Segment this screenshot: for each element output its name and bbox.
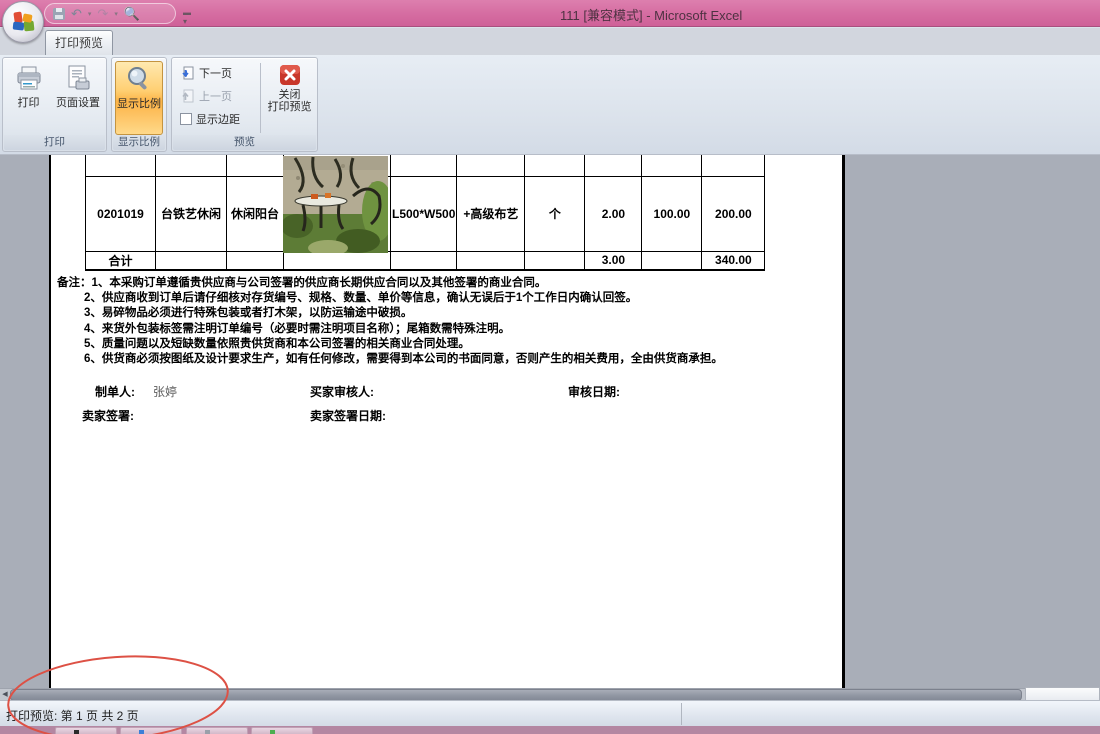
horizontal-scrollbar[interactable]: ◀ <box>0 687 1100 702</box>
excel-window: ↶ ▾ ↷ ▾ 🔍 ▬ ▾ 111 [兼容模式] - Microsoft Excel … <box>0 0 1100 734</box>
note-1: 1、本采购订单遵循贵供应商与公司签署的供应商长期供应合同以及其他签署的商业合同。 <box>91 277 547 289</box>
seller-sign-date-label: 卖家签署日期: <box>310 409 386 423</box>
group-print: 打印 页面设置 打印 <box>2 57 107 152</box>
office-logo-icon <box>12 11 35 32</box>
note-3: 3、易碎物品必须进行特殊包装或者打木架，以防运输途中破损。 <box>84 307 413 320</box>
buyer-reviewer-label: 买家审核人: <box>310 385 374 399</box>
item-qty: 2.00 <box>584 175 643 252</box>
next-page-label: 下一页 <box>199 68 232 80</box>
product-photo <box>283 156 388 253</box>
show-margins-label: 显示边距 <box>196 114 240 126</box>
save-icon[interactable] <box>53 7 65 20</box>
group-zoom-caption: 显示比例 <box>113 135 165 150</box>
checkbox-icon <box>180 113 192 125</box>
notes-label: 备注： <box>57 277 92 289</box>
close-button-label-1: 关闭 <box>278 89 301 101</box>
taskbar-button[interactable] <box>55 727 117 734</box>
group-preview-caption: 预览 <box>173 135 316 150</box>
note-2: 2、供应商收到订单后请仔细核对存货编号、规格、数量、单价等信息，确认无误后于1个… <box>84 292 638 305</box>
note-6: 6、供货商必须按图纸及设计要求生产，如有任何修改，需要得到本公司的书面同意，否则… <box>84 353 723 366</box>
item-location: 休闲阳台 <box>226 175 284 252</box>
table-row-clipped <box>85 155 766 177</box>
total-label: 合计 <box>85 250 156 271</box>
item-name: 台铁艺休闲 <box>155 175 227 252</box>
page-setup-button[interactable]: 页面设置 <box>51 61 105 136</box>
item-material: +高级布艺 <box>456 175 526 252</box>
maker-label: 制单人: <box>95 385 135 399</box>
window-title: 111 [兼容模式] - Microsoft Excel <box>560 8 743 23</box>
ribbon-tab-strip: 打印预览 <box>0 28 1100 55</box>
group-zoom: 显示比例 显示比例 <box>111 57 167 152</box>
print-button-label: 打印 <box>17 97 40 109</box>
item-spec: L500*W500 <box>389 175 458 252</box>
notes-block: 备注：1、本采购订单遵循贵供应商与公司签署的供应商长期供应合同以及其他签署的商业… <box>57 276 747 367</box>
item-price: 100.00 <box>641 175 703 252</box>
print-preview-qat-icon[interactable]: 🔍 <box>124 7 140 20</box>
table-row-item: 0201019 台铁艺休闲 休闲阳台 L500*W500 +高级布艺 个 2.0… <box>85 175 766 252</box>
zoom-button-label: 显示比例 <box>117 98 161 110</box>
maker-name: 张婷 <box>153 385 178 399</box>
redo-icon[interactable]: ↷ <box>97 7 108 20</box>
purchase-order-table: 0201019 台铁艺休闲 休闲阳台 L500*W500 +高级布艺 个 2.0… <box>85 155 766 271</box>
undo-icon[interactable]: ↶ <box>71 7 82 20</box>
taskbar-button[interactable] <box>186 727 248 734</box>
zoom-button[interactable]: 显示比例 <box>115 61 163 135</box>
note-4: 4、来货外包装标签需注明订单编号（必要时需注明项目名称）；尾箱数需特殊注明。 <box>84 322 511 335</box>
close-print-preview-button[interactable]: 关闭 打印预览 <box>263 61 316 136</box>
item-unit: 个 <box>524 175 586 252</box>
prev-page-label: 上一页 <box>199 91 232 103</box>
review-date-label: 审核日期: <box>568 385 620 399</box>
title-bar: ↶ ▾ ↷ ▾ 🔍 ▬ ▾ 111 [兼容模式] - Microsoft Excel <box>0 0 1100 27</box>
magnifier-icon <box>128 67 147 90</box>
quick-access-toolbar: ↶ ▾ ↷ ▾ 🔍 <box>44 3 176 24</box>
prev-page-button[interactable]: 上一页 <box>180 87 232 105</box>
item-amount: 200.00 <box>701 175 766 252</box>
prev-page-icon <box>182 89 194 102</box>
undo-dropdown-icon[interactable]: ▾ <box>88 10 92 18</box>
redo-dropdown-icon[interactable]: ▾ <box>114 10 118 18</box>
next-page-icon <box>182 66 194 79</box>
page-status: 打印预览: 第 1 页 共 2 页 <box>6 709 139 723</box>
tab-print-preview[interactable]: 打印预览 <box>45 30 113 55</box>
printer-icon <box>17 66 40 90</box>
taskbar <box>0 726 1100 734</box>
seller-sign-label: 卖家签署: <box>82 409 134 423</box>
taskbar-button[interactable] <box>251 727 313 734</box>
print-button[interactable]: 打印 <box>7 61 50 136</box>
office-button[interactable] <box>2 1 44 43</box>
show-margins-checkbox[interactable]: 显示边距 <box>180 110 240 128</box>
close-icon <box>279 65 300 85</box>
status-bar: 打印预览: 第 1 页 共 2 页 <box>0 700 1100 726</box>
page-setup-button-label: 页面设置 <box>56 97 100 109</box>
table-row-total: 合计 3.00 340.00 <box>85 250 766 271</box>
group-preview: 下一页 上一页 显示边距 关闭 打印预览 预览 <box>171 57 318 152</box>
print-preview-canvas[interactable]: 0201019 台铁艺休闲 休闲阳台 L500*W500 +高级布艺 个 2.0… <box>0 155 1100 688</box>
taskbar-button[interactable] <box>120 727 182 734</box>
customize-qat-icon[interactable]: ▬ ▾ <box>183 8 191 26</box>
page-setup-icon <box>68 65 90 90</box>
note-5: 5、质量问题以及短缺数量依照贵供货商和本公司签署的相关商业合同处理。 <box>84 337 470 350</box>
total-amount: 340.00 <box>701 250 766 271</box>
group-print-caption: 打印 <box>4 135 105 150</box>
group-separator <box>260 63 261 133</box>
next-page-button[interactable]: 下一页 <box>180 64 232 82</box>
total-qty: 3.00 <box>584 250 643 271</box>
status-divider <box>681 703 682 725</box>
ribbon: 打印 页面设置 打印 显示比例 显示比例 下一页 上一页 显示边距 关闭 打印预… <box>0 55 1100 155</box>
close-button-label-2: 打印预览 <box>267 101 312 113</box>
item-code: 0201019 <box>85 175 156 252</box>
